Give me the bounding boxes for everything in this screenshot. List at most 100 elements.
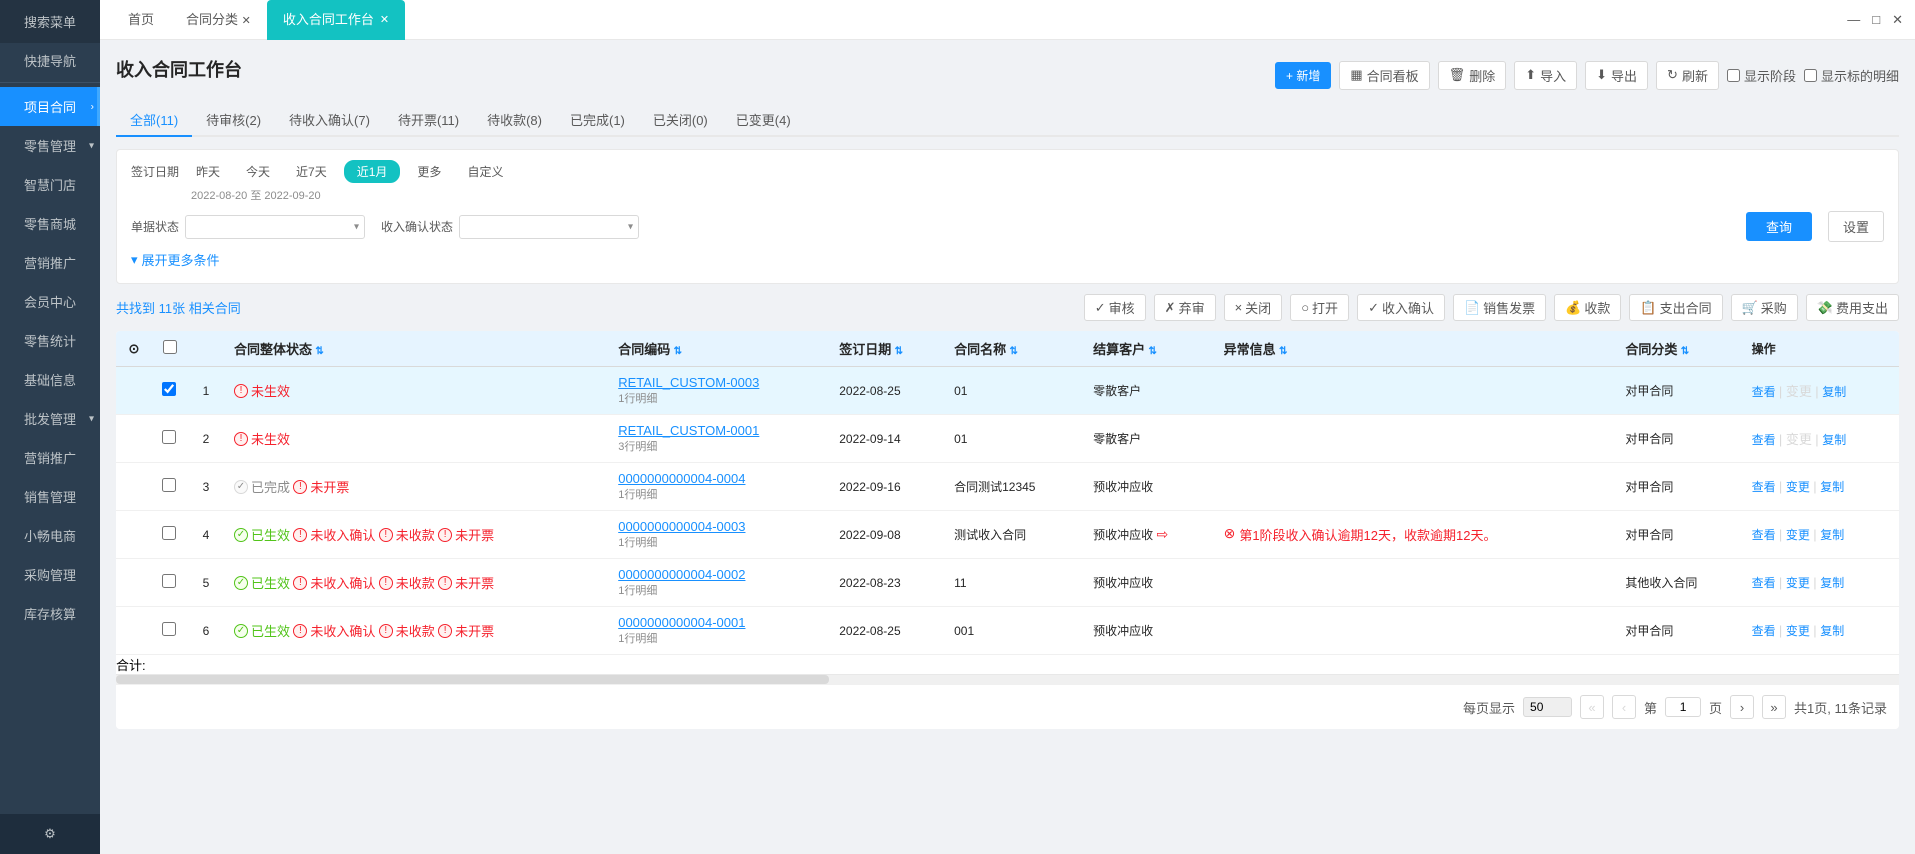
sidebar-item-retail-mall[interactable]: 零售商城 <box>0 204 100 243</box>
income-confirm-select[interactable] <box>459 215 639 239</box>
filter-tab-completed[interactable]: 已完成(1) <box>556 104 639 137</box>
add-button[interactable]: + 新增 <box>1275 62 1331 89</box>
export-button[interactable]: ⬇ 导出 <box>1585 61 1648 90</box>
horizontal-scrollbar[interactable] <box>116 675 829 684</box>
sidebar-item-batch-mgmt[interactable]: 批发管理 ▾ <box>0 399 100 438</box>
maximize-icon[interactable]: □ <box>1872 12 1880 27</box>
copy-btn-2[interactable]: 复制 <box>1822 433 1846 447</box>
sidebar-item-smart-store[interactable]: 智慧门店 <box>0 165 100 204</box>
view-btn-4[interactable]: 查看 <box>1752 528 1776 542</box>
review-button[interactable]: ✓ 审核 <box>1084 294 1146 321</box>
query-button[interactable]: 查询 <box>1746 212 1812 241</box>
date-last7[interactable]: 近7天 <box>287 160 336 183</box>
sidebar-item-sales-mgmt[interactable]: 销售管理 <box>0 477 100 516</box>
delete-button[interactable]: 🗑 删除 <box>1438 61 1507 90</box>
tab-home[interactable]: 首页 <box>112 0 170 40</box>
change-btn-5[interactable]: 变更 <box>1786 576 1810 590</box>
filter-tab-pending-invoice[interactable]: 待开票(11) <box>384 104 473 137</box>
page-input[interactable] <box>1665 697 1701 717</box>
close-contract-button[interactable]: × 关闭 <box>1224 294 1283 321</box>
date-last1month[interactable]: 近1月 <box>344 160 401 183</box>
sidebar-item-retail-stats[interactable]: 零售统计 <box>0 321 100 360</box>
abandon-review-button[interactable]: ✗ 弃审 <box>1154 294 1216 321</box>
change-btn-3[interactable]: 变更 <box>1786 480 1810 494</box>
prev-page-btn[interactable]: ‹ <box>1612 695 1636 719</box>
close-icon-2[interactable]: ✕ <box>380 0 389 40</box>
tab-contract-category[interactable]: 合同分类 ✕ <box>170 0 267 40</box>
date-custom[interactable]: 自定义 <box>458 160 512 183</box>
sidebar-item-project[interactable]: 项目合同 › <box>0 87 100 126</box>
col-sign-date[interactable]: 签订日期 ⇅ <box>829 331 944 367</box>
col-abnormal[interactable]: 异常信息 ⇅ <box>1214 331 1616 367</box>
col-checkbox-all[interactable] <box>152 331 188 367</box>
col-overall-status[interactable]: 合同整体状态 ⇅ <box>224 331 608 367</box>
change-btn-4[interactable]: 变更 <box>1786 528 1810 542</box>
filter-tab-pending-income[interactable]: 待收入确认(7) <box>275 104 384 137</box>
show-stage-checkbox[interactable]: 显示阶段 <box>1727 66 1796 85</box>
row-checkbox-1[interactable] <box>152 367 188 415</box>
col-contract-code[interactable]: 合同编码 ⇅ <box>608 331 829 367</box>
sidebar-item-inventory[interactable]: 库存核算 <box>0 594 100 633</box>
filter-tab-pending-payment[interactable]: 待收款(8) <box>473 104 556 137</box>
contract-code-link-6[interactable]: 0000000000004-0001 <box>618 615 745 630</box>
contract-code-link-5[interactable]: 0000000000004-0002 <box>618 567 745 582</box>
contract-board-button[interactable]: ▦ 合同看板 <box>1339 61 1429 90</box>
copy-btn-4[interactable]: 复制 <box>1820 528 1844 542</box>
filter-tab-all[interactable]: 全部(11) <box>116 104 192 137</box>
import-button[interactable]: ⬆ 导入 <box>1514 61 1577 90</box>
col-contract-name[interactable]: 合同名称 ⇅ <box>944 331 1083 367</box>
view-btn-6[interactable]: 查看 <box>1752 624 1776 638</box>
view-btn-3[interactable]: 查看 <box>1752 480 1776 494</box>
col-customer[interactable]: 结算客户 ⇅ <box>1083 331 1213 367</box>
copy-btn-1[interactable]: 复制 <box>1822 385 1846 399</box>
sidebar-nav[interactable]: 快捷导航 <box>0 43 100 83</box>
date-more[interactable]: 更多 <box>408 160 450 183</box>
sidebar-item-retail-mgmt[interactable]: 零售管理 ▾ <box>0 126 100 165</box>
show-detail-checkbox[interactable]: 显示标的明细 <box>1804 66 1899 85</box>
contract-code-link-3[interactable]: 0000000000004-0004 <box>618 471 745 486</box>
sidebar-item-member[interactable]: 会员中心 <box>0 282 100 321</box>
view-btn-2[interactable]: 查看 <box>1752 433 1776 447</box>
sidebar-item-basic-info[interactable]: 基础信息 <box>0 360 100 399</box>
date-yesterday[interactable]: 昨天 <box>187 160 229 183</box>
sidebar-item-batch-marketing[interactable]: 营销推广 <box>0 438 100 477</box>
sidebar-search[interactable]: 搜索菜单 <box>0 0 100 43</box>
open-contract-button[interactable]: ○ 打开 <box>1290 294 1349 321</box>
contract-code-link-2[interactable]: RETAIL_CUSTOM-0001 <box>618 423 759 438</box>
sidebar-item-marketing[interactable]: 营销推广 <box>0 243 100 282</box>
col-settings[interactable]: ⊙ <box>116 331 152 367</box>
first-page-btn[interactable]: « <box>1580 695 1604 719</box>
change-btn-6[interactable]: 变更 <box>1786 624 1810 638</box>
close-icon[interactable]: ✕ <box>242 15 251 27</box>
sidebar-settings[interactable]: ⚙ <box>0 814 100 854</box>
contract-code-link-4[interactable]: 0000000000004-0003 <box>618 519 745 534</box>
reset-button[interactable]: 设置 <box>1828 211 1884 242</box>
window-close-icon[interactable]: ✕ <box>1892 12 1903 28</box>
payment-button[interactable]: 💰 收款 <box>1554 294 1621 321</box>
view-btn-1[interactable]: 查看 <box>1752 385 1776 399</box>
filter-tab-closed[interactable]: 已关闭(0) <box>639 104 722 137</box>
expense-contract-button[interactable]: 📋 支出合同 <box>1629 294 1722 321</box>
filter-tab-pending-review[interactable]: 待审核(2) <box>192 104 275 137</box>
row-expand-1[interactable] <box>116 367 152 415</box>
expense-out-button[interactable]: 💸 费用支出 <box>1806 294 1899 321</box>
income-confirm-button[interactable]: ✓ 收入确认 <box>1357 294 1445 321</box>
minimize-icon[interactable]: — <box>1847 12 1860 27</box>
copy-btn-3[interactable]: 复制 <box>1820 480 1844 494</box>
purchase-button[interactable]: 🛒 采购 <box>1731 294 1798 321</box>
view-btn-5[interactable]: 查看 <box>1752 576 1776 590</box>
date-today[interactable]: 今天 <box>237 160 279 183</box>
doc-status-select[interactable] <box>185 215 365 239</box>
copy-btn-6[interactable]: 复制 <box>1820 624 1844 638</box>
filter-tab-changed[interactable]: 已变更(4) <box>722 104 805 137</box>
col-category[interactable]: 合同分类 ⇅ <box>1615 331 1741 367</box>
last-page-btn[interactable]: » <box>1762 695 1786 719</box>
tab-income-workbench[interactable]: 收入合同工作台 ✕ <box>267 0 405 40</box>
sales-invoice-button[interactable]: 📄 销售发票 <box>1453 294 1546 321</box>
contract-code-link-1[interactable]: RETAIL_CUSTOM-0003 <box>618 375 759 390</box>
page-size-select[interactable]: 50 100 <box>1523 697 1572 717</box>
refresh-button[interactable]: ↻ 刷新 <box>1656 61 1719 90</box>
copy-btn-5[interactable]: 复制 <box>1820 576 1844 590</box>
sidebar-item-purchase[interactable]: 采购管理 <box>0 555 100 594</box>
next-page-btn[interactable]: › <box>1730 695 1754 719</box>
